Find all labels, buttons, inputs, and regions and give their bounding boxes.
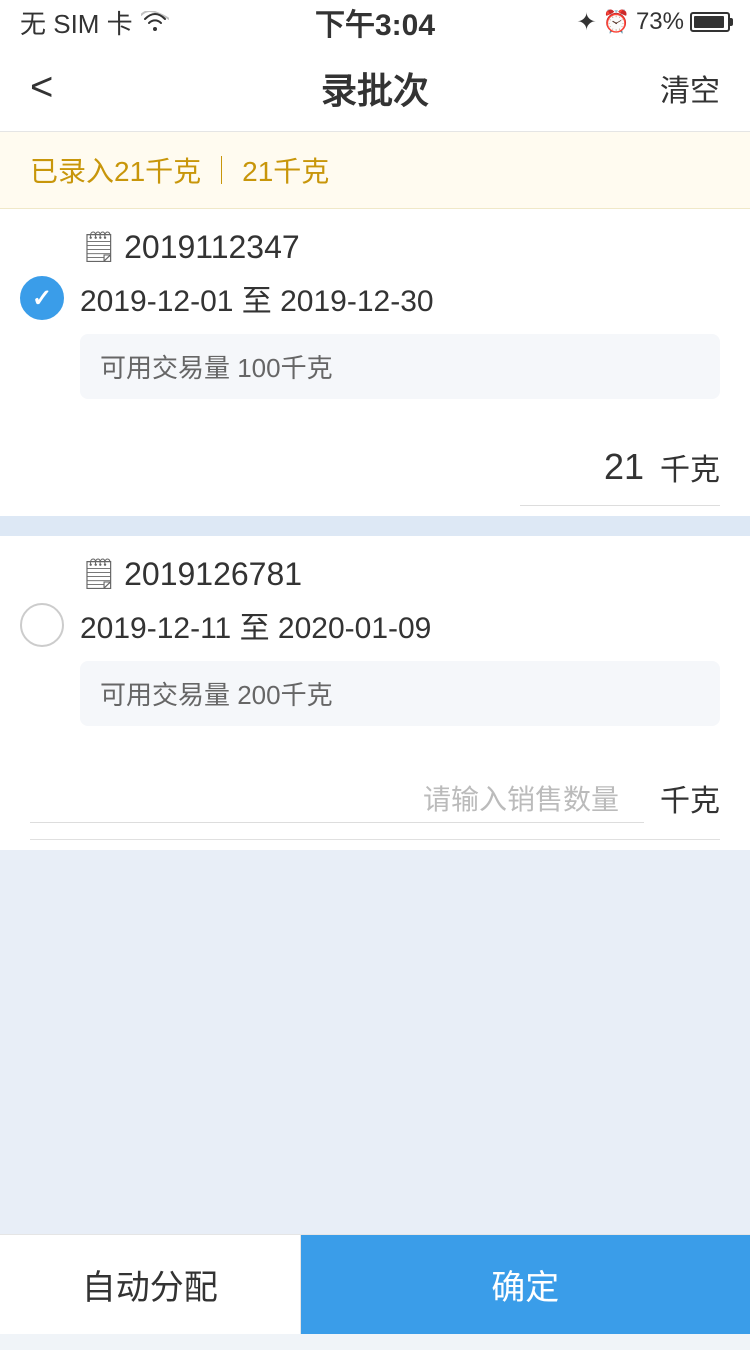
spacer-2 <box>0 840 750 850</box>
status-bar: 无 SIM 卡 下午3:04 ✦ ⏰ 73% <box>0 0 750 44</box>
qty-input-2[interactable] <box>30 772 644 823</box>
batch-id-1: 2019112347 <box>124 229 300 266</box>
batch-item-1-inner: 🗒 2019112347 ✓ 2019-12-01 至 2019-12-30 可… <box>0 209 750 429</box>
summary-label: 已录入21千克 <box>30 150 201 190</box>
clear-button[interactable]: 清空 <box>660 66 720 110</box>
batch-date-1: 2019-12-01 至 2019-12-30 <box>80 276 434 320</box>
alarm-icon: ⏰ <box>603 9 630 35</box>
back-button[interactable]: < <box>30 65 90 110</box>
filled-qty-row-1: 21 千克 <box>0 429 750 505</box>
radio-circle-2[interactable]: ✓ <box>20 603 64 647</box>
location-icon: ✦ <box>576 8 596 37</box>
carrier-text: 无 SIM 卡 <box>20 4 133 41</box>
filled-qty-value-1: 21 <box>604 446 644 488</box>
status-time: 下午3:04 <box>315 0 435 44</box>
section-divider <box>0 516 750 536</box>
summary-bar: 已录入21千克 21千克 <box>0 132 750 209</box>
spacer-1 <box>0 506 750 516</box>
nav-bar: < 录批次 清空 <box>0 44 750 132</box>
batch-item-2: 🗒 2019126781 ✓ 2019-12-11 至 2020-01-09 可… <box>0 536 750 850</box>
batch-doc-icon-1: 🗒 <box>80 230 118 265</box>
status-left: 无 SIM 卡 <box>20 4 169 41</box>
qty-unit-2: 千克 <box>660 776 720 820</box>
batch-id-2: 2019126781 <box>124 556 302 593</box>
batch-item-1: 🗒 2019112347 ✓ 2019-12-01 至 2019-12-30 可… <box>0 209 750 516</box>
batch-date-row-1[interactable]: ✓ 2019-12-01 至 2019-12-30 <box>20 276 720 320</box>
available-qty-1: 可用交易量 100千克 <box>80 334 720 399</box>
wifi-icon <box>141 7 169 38</box>
summary-value: 21千克 <box>242 150 329 190</box>
available-qty-2: 可用交易量 200千克 <box>80 661 720 726</box>
battery-text: 73% <box>636 8 684 36</box>
empty-area <box>0 850 750 1250</box>
batch-id-row-1: 🗒 2019112347 <box>20 229 720 266</box>
batch-doc-icon-2: 🗒 <box>80 557 118 592</box>
batch-date-row-2[interactable]: ✓ 2019-12-11 至 2020-01-09 <box>20 603 720 647</box>
checkmark-1: ✓ <box>32 284 52 313</box>
auto-distribute-button[interactable]: 自动分配 <box>0 1235 301 1334</box>
radio-circle-1[interactable]: ✓ <box>20 276 64 320</box>
confirm-button[interactable]: 确定 <box>301 1235 750 1334</box>
batch-id-row-2: 🗒 2019126781 <box>20 556 720 593</box>
batch-item-2-inner: 🗒 2019126781 ✓ 2019-12-11 至 2020-01-09 可… <box>0 536 750 756</box>
status-right: ✦ ⏰ 73% <box>576 8 730 37</box>
bottom-bar: 自动分配 确定 <box>0 1234 750 1334</box>
summary-divider <box>221 156 222 184</box>
page-title: 录批次 <box>321 62 429 114</box>
filled-qty-unit-1: 千克 <box>660 445 720 489</box>
battery-icon <box>690 12 730 32</box>
batch-date-2: 2019-12-11 至 2020-01-09 <box>80 603 431 647</box>
content-area: 已录入21千克 21千克 🗒 2019112347 ✓ 2019-12-01 至… <box>0 132 750 1350</box>
qty-input-row-2: 千克 <box>0 756 750 839</box>
